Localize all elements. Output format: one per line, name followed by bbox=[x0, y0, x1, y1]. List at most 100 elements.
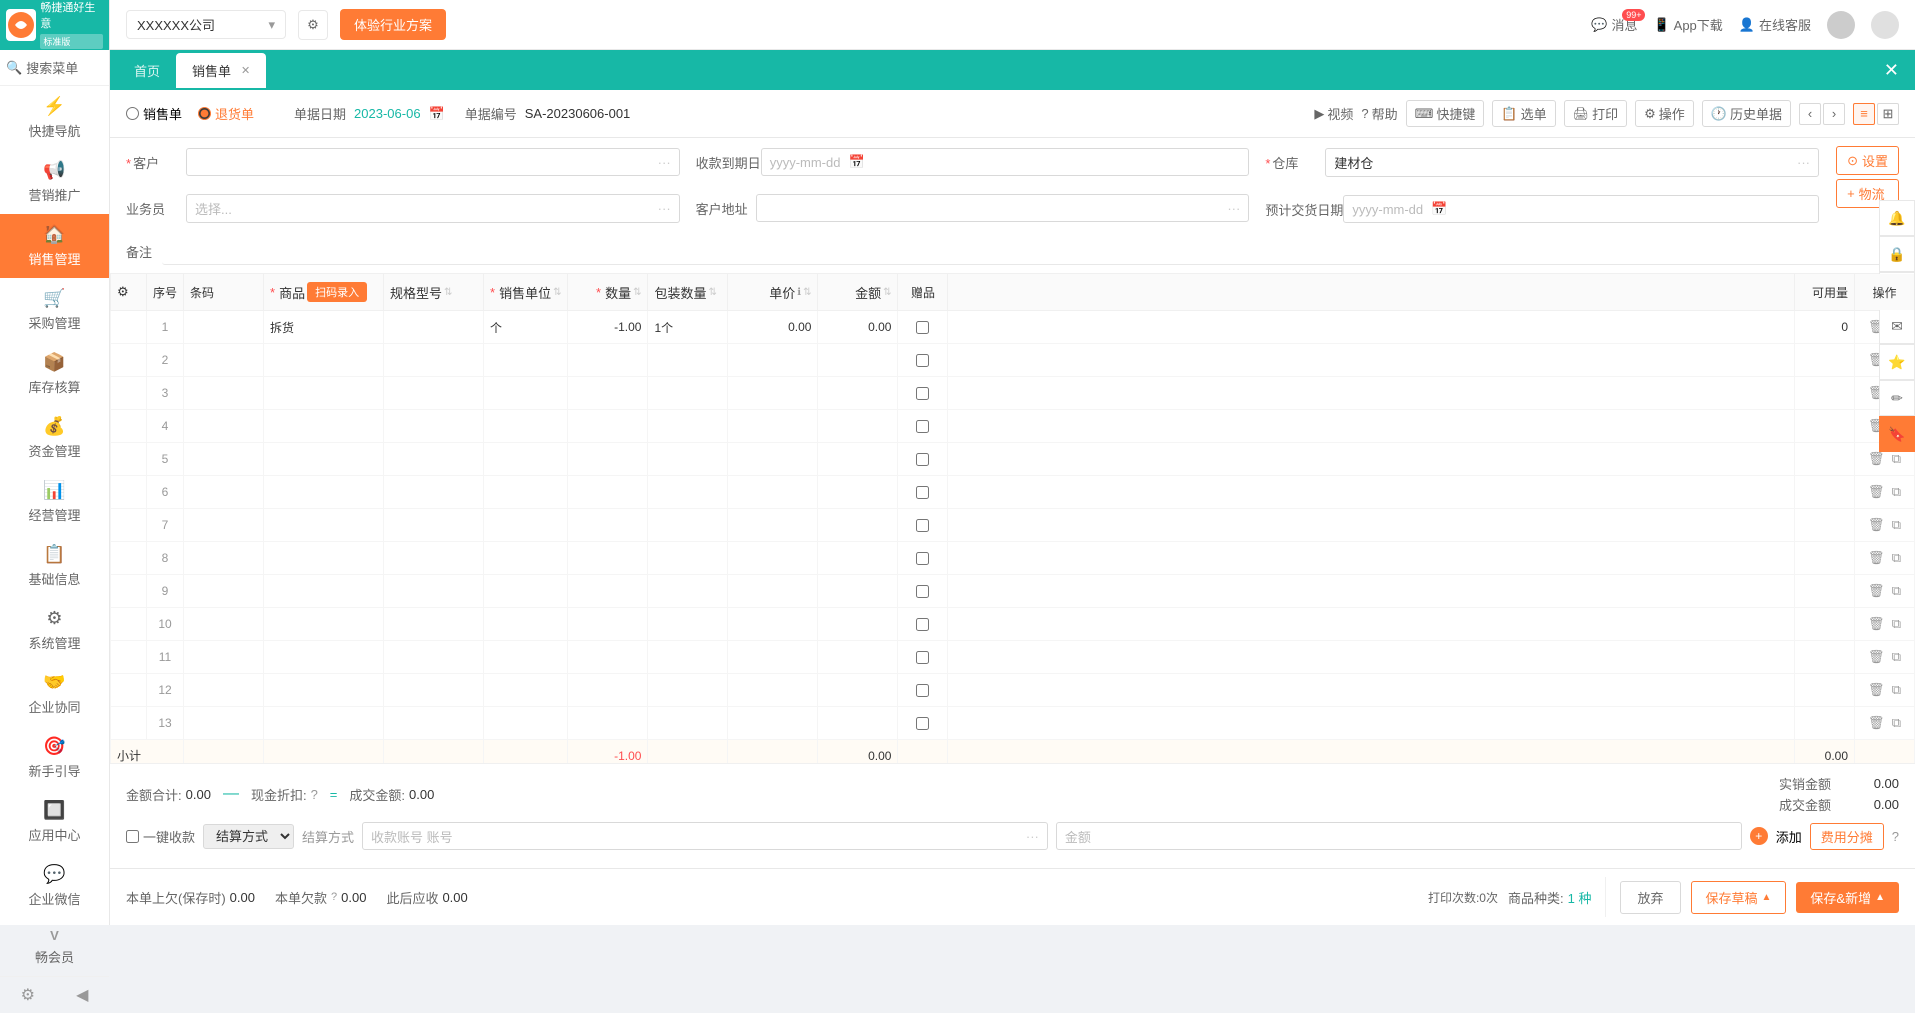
cell-unit-1[interactable] bbox=[484, 344, 568, 377]
cell-qty-10[interactable] bbox=[568, 641, 648, 674]
cell-spec-5[interactable] bbox=[384, 476, 484, 509]
gift-checkbox-3[interactable] bbox=[916, 420, 929, 433]
warehouse-input[interactable]: 建材仓 ··· bbox=[1325, 148, 1819, 177]
cell-spec-12[interactable] bbox=[384, 707, 484, 740]
payment-amount-input[interactable]: 金额 bbox=[1056, 822, 1742, 850]
next-button[interactable]: › bbox=[1823, 103, 1845, 125]
topbar-gear-button[interactable]: ⚙ bbox=[298, 10, 328, 40]
cell-barcode-7[interactable] bbox=[184, 542, 264, 575]
sidebar-item-wechat[interactable]: 💬 企业微信 bbox=[0, 854, 109, 918]
scan-barcode-button[interactable]: 扫码录入 bbox=[307, 282, 367, 302]
cell-qty-9[interactable] bbox=[568, 608, 648, 641]
cell-amount-7[interactable] bbox=[818, 542, 898, 575]
price-info-icon[interactable]: ℹ bbox=[797, 287, 801, 298]
select-button[interactable]: 📋 选单 bbox=[1492, 100, 1555, 127]
cell-unit-11[interactable] bbox=[484, 674, 568, 707]
cell-pkgqty-2[interactable] bbox=[648, 377, 728, 410]
receive-calendar-icon[interactable]: 📅 bbox=[848, 154, 864, 170]
cell-pkgqty-8[interactable] bbox=[648, 575, 728, 608]
cell-price-7[interactable] bbox=[728, 542, 818, 575]
delete-row-btn-8[interactable]: 🗑 bbox=[1866, 581, 1887, 601]
delete-row-btn-9[interactable]: 🗑 bbox=[1866, 614, 1887, 634]
user-avatar-2[interactable] bbox=[1871, 11, 1899, 39]
cell-amount-1[interactable] bbox=[818, 344, 898, 377]
cell-price-5[interactable] bbox=[728, 476, 818, 509]
expense-help-icon[interactable]: ? bbox=[1892, 829, 1899, 844]
trial-button[interactable]: 体验行业方案 bbox=[340, 9, 446, 40]
customer-address-input[interactable]: ··· bbox=[756, 194, 1250, 222]
sales-radio[interactable] bbox=[126, 107, 139, 120]
receive-date-input[interactable]: yyyy-mm-dd 📅 bbox=[761, 148, 1250, 176]
cell-barcode-9[interactable] bbox=[184, 608, 264, 641]
gift-checkbox-5[interactable] bbox=[916, 486, 929, 499]
cell-amount-0[interactable]: 0.00 bbox=[818, 311, 898, 344]
cell-price-10[interactable] bbox=[728, 641, 818, 674]
gift-checkbox-0[interactable] bbox=[916, 321, 929, 334]
cell-qty-6[interactable] bbox=[568, 509, 648, 542]
cell-barcode-0[interactable] bbox=[184, 311, 264, 344]
copy-row-btn-6[interactable]: ⧉ bbox=[1890, 515, 1903, 535]
copy-row-btn-12[interactable]: ⧉ bbox=[1890, 713, 1903, 733]
cell-pkgqty-3[interactable] bbox=[648, 410, 728, 443]
cell-gift-2[interactable] bbox=[898, 377, 948, 410]
cell-price-1[interactable] bbox=[728, 344, 818, 377]
cell-amount-8[interactable] bbox=[818, 575, 898, 608]
cell-price-12[interactable] bbox=[728, 707, 818, 740]
salesperson-input[interactable]: 选择... ··· bbox=[186, 194, 680, 223]
cell-unit-12[interactable] bbox=[484, 707, 568, 740]
cell-amount-3[interactable] bbox=[818, 410, 898, 443]
cell-product-6[interactable] bbox=[264, 509, 384, 542]
cell-price-9[interactable] bbox=[728, 608, 818, 641]
cell-barcode-1[interactable] bbox=[184, 344, 264, 377]
cell-barcode-12[interactable] bbox=[184, 707, 264, 740]
cell-unit-6[interactable] bbox=[484, 509, 568, 542]
return-radio[interactable] bbox=[198, 107, 211, 120]
cell-gift-8[interactable] bbox=[898, 575, 948, 608]
delivery-calendar-icon[interactable]: 📅 bbox=[1431, 201, 1447, 217]
cell-unit-8[interactable] bbox=[484, 575, 568, 608]
sidebar-item-enterprise[interactable]: 🤝 企业协同 bbox=[0, 662, 109, 726]
cell-unit-7[interactable] bbox=[484, 542, 568, 575]
sidebar-item-apps[interactable]: 🔲 应用中心 bbox=[0, 790, 109, 854]
cell-amount-4[interactable] bbox=[818, 443, 898, 476]
copy-row-btn-10[interactable]: ⧉ bbox=[1890, 647, 1903, 667]
sidebar-item-basics[interactable]: 📋 基础信息 bbox=[0, 534, 109, 598]
cell-price-8[interactable] bbox=[728, 575, 818, 608]
sidebar-item-inventory[interactable]: 📦 库存核算 bbox=[0, 342, 109, 406]
cell-amount-10[interactable] bbox=[818, 641, 898, 674]
gift-checkbox-9[interactable] bbox=[916, 618, 929, 631]
cell-price-0[interactable]: 0.00 bbox=[728, 311, 818, 344]
cell-gift-0[interactable] bbox=[898, 311, 948, 344]
gift-checkbox-6[interactable] bbox=[916, 519, 929, 532]
cell-pkgqty-1[interactable] bbox=[648, 344, 728, 377]
cell-gift-5[interactable] bbox=[898, 476, 948, 509]
discount-help-icon[interactable]: ? bbox=[311, 787, 318, 802]
copy-row-btn-11[interactable]: ⧉ bbox=[1890, 680, 1903, 700]
cell-qty-5[interactable] bbox=[568, 476, 648, 509]
cell-qty-8[interactable] bbox=[568, 575, 648, 608]
cell-spec-3[interactable] bbox=[384, 410, 484, 443]
sidebar-settings-icon[interactable]: ⚙ bbox=[21, 985, 35, 1005]
float-btn-4[interactable]: ✉ bbox=[1879, 308, 1915, 344]
cell-product-1[interactable] bbox=[264, 344, 384, 377]
one-click-payment-checkbox[interactable]: 一键收款 bbox=[126, 827, 195, 846]
cell-qty-2[interactable] bbox=[568, 377, 648, 410]
cell-price-6[interactable] bbox=[728, 509, 818, 542]
cell-unit-2[interactable] bbox=[484, 377, 568, 410]
sales-radio-label[interactable]: 销售单 bbox=[126, 104, 182, 123]
expense-split-button[interactable]: 费用分摊 bbox=[1810, 823, 1884, 850]
cell-amount-2[interactable] bbox=[818, 377, 898, 410]
cell-amount-11[interactable] bbox=[818, 674, 898, 707]
sidebar-item-quick-nav[interactable]: ⚡ 快捷导航 bbox=[0, 86, 109, 150]
cell-product-0[interactable]: 拆货 bbox=[264, 311, 384, 344]
float-btn-6[interactable]: ✏ bbox=[1879, 380, 1915, 416]
expected-delivery-input[interactable]: yyyy-mm-dd 📅 bbox=[1343, 195, 1819, 223]
cell-pkgqty-4[interactable] bbox=[648, 443, 728, 476]
settings-panel-button[interactable]: ⊙ 设置 bbox=[1836, 146, 1899, 175]
cell-pkgqty-6[interactable] bbox=[648, 509, 728, 542]
cell-qty-1[interactable] bbox=[568, 344, 648, 377]
cell-pkgqty-9[interactable] bbox=[648, 608, 728, 641]
cell-spec-1[interactable] bbox=[384, 344, 484, 377]
cell-gift-3[interactable] bbox=[898, 410, 948, 443]
cell-product-11[interactable] bbox=[264, 674, 384, 707]
